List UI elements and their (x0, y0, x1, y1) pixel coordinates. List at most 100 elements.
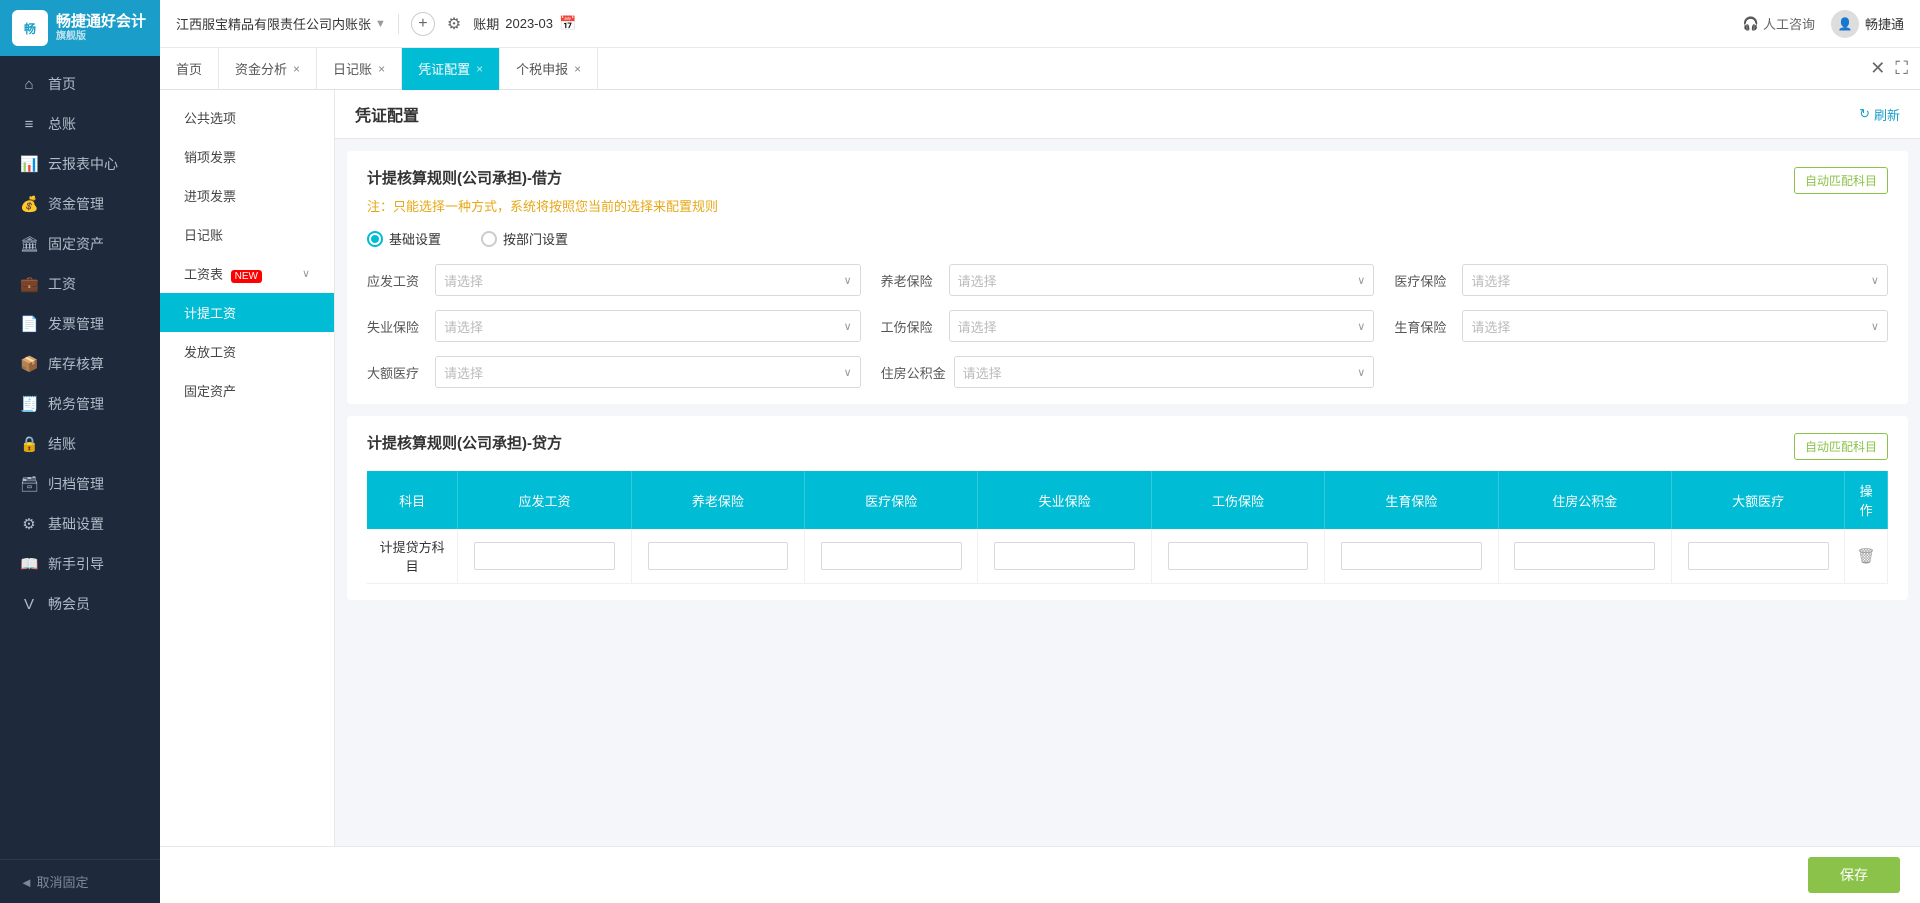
inventory-icon: 📦 (20, 355, 38, 373)
add-account-button[interactable]: + (411, 12, 435, 36)
credit-unemployment-input[interactable] (994, 542, 1135, 570)
logo-text: 畅捷通好会计 旗舰版 (56, 13, 146, 43)
sidebar-item-guide[interactable]: 📖 新手引导 (0, 544, 160, 584)
expand-arrow-icon: ∨ (302, 267, 310, 280)
debit-form-grid: 应发工资 请选择 ∨ 养老保险 请选择 ∨ 医疗 (367, 264, 1888, 388)
user-menu[interactable]: 👤 畅捷通 (1831, 10, 1904, 38)
col-maternity: 生育保险 (1325, 471, 1498, 529)
form-item-injury: 工伤保险 请选择 ∨ (881, 310, 1375, 342)
tab-journal[interactable]: 日记账 × (317, 48, 402, 90)
service-button[interactable]: 🎧 人工咨询 (1743, 14, 1815, 33)
sidebar-nav: ⌂ 首页 ≡ 总账 📊 云报表中心 💰 资金管理 🏛 固定资产 💼 工资 📄 发… (0, 56, 160, 859)
debit-section-note: 注：只能选择一种方式，系统将按照您当前的选择来配置规则 (367, 196, 718, 215)
tab-voucher[interactable]: 凭证配置 × (402, 48, 500, 90)
left-menu-journal[interactable]: 日记账 (160, 215, 334, 254)
credit-medical-input[interactable] (821, 542, 962, 570)
company-selector[interactable]: 江西服宝精品有限责任公司内账张 ▼ (176, 14, 386, 33)
credit-housing-input[interactable] (1514, 542, 1655, 570)
sidebar-item-invoice[interactable]: 📄 发票管理 (0, 304, 160, 344)
calendar-icon: 📅 (559, 15, 576, 32)
reports-icon: 📊 (20, 155, 38, 173)
maternity-label: 生育保险 (1394, 317, 1454, 336)
tab-tax[interactable]: 个税申报 × (500, 48, 598, 90)
cancel-fixed-btn[interactable]: ◄ 取消固定 (0, 859, 160, 903)
vip-icon: V (20, 596, 38, 613)
sidebar-item-reports[interactable]: 📊 云报表中心 (0, 144, 160, 184)
left-menu-salary-table[interactable]: 工资表 NEW ∨ (160, 254, 334, 293)
col-pension: 养老保险 (631, 471, 804, 529)
left-menu-raise-salary[interactable]: 计提工资 (160, 293, 334, 332)
credit-section: 计提核算规则(公司承担)-贷方 自动匹配科目 科目 应发工资 养老保险 医疗保险… (347, 416, 1908, 600)
injury-select[interactable]: 请选择 ∨ (949, 310, 1375, 342)
big-medical-select-arrow: ∨ (844, 366, 852, 379)
medical-select[interactable]: 请选择 ∨ (1462, 264, 1888, 296)
home-icon: ⌂ (20, 76, 38, 93)
sidebar-item-home[interactable]: ⌂ 首页 (0, 64, 160, 104)
sidebar-item-archive[interactable]: 🗃 归档管理 (0, 464, 160, 504)
sidebar-item-assets[interactable]: 🏛 固定资产 (0, 224, 160, 264)
tab-journal-close[interactable]: × (378, 62, 385, 76)
col-salary: 应发工资 (458, 471, 631, 529)
sidebar-item-settings[interactable]: ⚙ 基础设置 (0, 504, 160, 544)
tab-capital-close[interactable]: × (293, 62, 300, 76)
row-action-cell: 🗑 (1845, 529, 1888, 584)
col-subject: 科目 (367, 471, 458, 529)
maternity-select[interactable]: 请选择 ∨ (1462, 310, 1888, 342)
tab-home[interactable]: 首页 (160, 48, 219, 90)
tab-voucher-close[interactable]: × (476, 62, 483, 76)
medical-select-arrow: ∨ (1871, 274, 1879, 287)
sidebar-item-ledger[interactable]: ≡ 总账 (0, 104, 160, 144)
assets-icon: 🏛 (20, 235, 38, 253)
sidebar-item-salary[interactable]: 💼 工资 (0, 264, 160, 304)
radio-dept-circle (481, 231, 497, 247)
refresh-button[interactable]: ↻ 刷新 (1859, 105, 1900, 124)
left-menu-pay-salary[interactable]: 发放工资 (160, 332, 334, 371)
period-selector[interactable]: 账期 2023-03 📅 (473, 14, 576, 33)
sidebar-item-vip[interactable]: V 畅会员 (0, 584, 160, 624)
sidebar-item-close[interactable]: 🔒 结账 (0, 424, 160, 464)
debit-auto-match-button[interactable]: 自动匹配科目 (1794, 167, 1888, 194)
save-button[interactable]: 保存 (1808, 857, 1900, 893)
credit-maternity-input[interactable] (1341, 542, 1482, 570)
table-row: 计提贷方科目 🗑 (367, 529, 1888, 584)
radio-dept[interactable]: 按部门设置 (481, 229, 568, 248)
credit-auto-match-button[interactable]: 自动匹配科目 (1794, 433, 1888, 460)
tab-maximize-btn[interactable]: ⛶ (1895, 58, 1908, 79)
close-period-icon: 🔒 (20, 435, 38, 453)
tab-close-window-btn[interactable]: ✕ (1870, 58, 1885, 79)
tab-capital[interactable]: 资金分析 × (219, 48, 317, 90)
left-menu-sales[interactable]: 销项发票 (160, 137, 334, 176)
guide-icon: 📖 (20, 555, 38, 573)
salary-select[interactable]: 请选择 ∨ (435, 264, 861, 296)
credit-big-medical-input[interactable] (1688, 542, 1829, 570)
sidebar-item-capital[interactable]: 💰 资金管理 (0, 184, 160, 224)
left-menu-fixed-assets[interactable]: 固定资产 (160, 371, 334, 410)
settings-button[interactable]: ⚙ (447, 14, 461, 34)
form-item-housing: 住房公积金 请选择 ∨ (881, 356, 1375, 388)
credit-salary-input[interactable] (474, 542, 615, 570)
credit-section-title: 计提核算规则(公司承担)-贷方 (367, 432, 562, 453)
delete-row-button[interactable]: 🗑 (1857, 547, 1876, 565)
maternity-select-arrow: ∨ (1871, 320, 1879, 333)
app-logo: 畅 畅捷通好会计 旗舰版 (0, 0, 160, 56)
big-medical-select[interactable]: 请选择 ∨ (435, 356, 861, 388)
tab-tax-close[interactable]: × (574, 62, 581, 76)
radio-basic[interactable]: 基础设置 (367, 229, 441, 248)
invoice-icon: 📄 (20, 315, 38, 333)
sidebar-item-inventory[interactable]: 📦 库存核算 (0, 344, 160, 384)
tax-icon: 🧾 (20, 395, 38, 413)
row-big-medical-cell (1671, 529, 1844, 584)
housing-select[interactable]: 请选择 ∨ (954, 356, 1375, 388)
main-content: 凭证配置 ↻ 刷新 计提核算规则(公司承担)-借方 注：只能选择一种方式，系统将… (335, 90, 1920, 903)
credit-injury-input[interactable] (1168, 542, 1309, 570)
debit-radio-group: 基础设置 按部门设置 (367, 229, 1888, 248)
sidebar-item-tax[interactable]: 🧾 税务管理 (0, 384, 160, 424)
left-menu-purchase[interactable]: 进项发票 (160, 176, 334, 215)
radio-basic-circle (367, 231, 383, 247)
unemployment-select[interactable]: 请选择 ∨ (435, 310, 861, 342)
left-menu-public[interactable]: 公共选项 (160, 98, 334, 137)
credit-pension-input[interactable] (648, 542, 789, 570)
pension-select[interactable]: 请选择 ∨ (949, 264, 1375, 296)
form-item-salary: 应发工资 请选择 ∨ (367, 264, 861, 296)
row-injury-cell (1151, 529, 1324, 584)
